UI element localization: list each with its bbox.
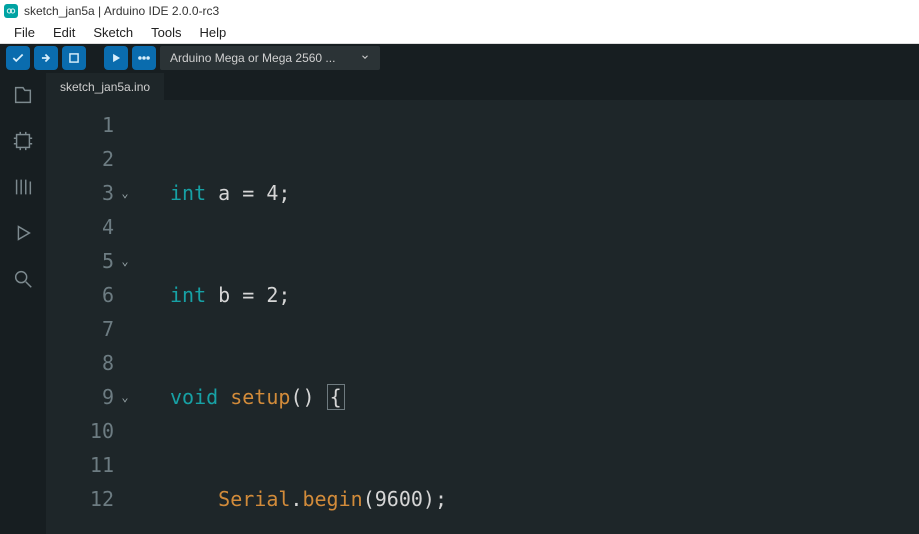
line-number: 9 — [102, 380, 114, 414]
line-number: 1 — [102, 108, 114, 142]
line-number: 5 — [102, 244, 114, 278]
fold-chevron-icon[interactable]: ⌄ — [118, 176, 132, 210]
code-line: void setup() { — [150, 380, 919, 414]
menu-sketch[interactable]: Sketch — [85, 23, 141, 42]
line-number: 6 — [102, 278, 114, 312]
line-gutter: 1 2 3⌄ 4 5⌄ 6 7 8 9⌄ 10 11 12 — [46, 100, 146, 534]
code-line: int b = 2; — [150, 278, 919, 312]
line-number: 7 — [102, 312, 114, 346]
code-content[interactable]: int a = 4; int b = 2; void setup() { Ser… — [146, 100, 919, 534]
file-tab[interactable]: sketch_jan5a.ino — [46, 73, 164, 100]
search-icon[interactable] — [8, 264, 38, 294]
window-title: sketch_jan5a | Arduino IDE 2.0.0-rc3 — [24, 4, 219, 18]
library-manager-icon[interactable] — [8, 172, 38, 202]
chevron-down-icon — [360, 51, 370, 65]
code-line: Serial.begin(9600); — [150, 482, 919, 516]
activity-bar — [0, 72, 46, 534]
toolbar: Arduino Mega or Mega 2560 ... — [0, 44, 919, 72]
tab-bar: sketch_jan5a.ino — [46, 72, 919, 100]
board-selector-label: Arduino Mega or Mega 2560 ... — [170, 51, 335, 65]
line-number: 2 — [102, 142, 114, 176]
fold-chevron-icon[interactable]: ⌄ — [118, 244, 132, 278]
toolbar-button-5[interactable] — [132, 46, 156, 70]
arduino-logo-icon — [4, 4, 18, 18]
menu-tools[interactable]: Tools — [143, 23, 189, 42]
toolbar-button-3[interactable] — [62, 46, 86, 70]
menu-help[interactable]: Help — [191, 23, 234, 42]
main-area: sketch_jan5a.ino 1 2 3⌄ 4 5⌄ 6 7 8 9⌄ 10… — [0, 72, 919, 534]
line-number: 10 — [90, 414, 114, 448]
debug-button[interactable] — [104, 46, 128, 70]
fold-chevron-icon[interactable]: ⌄ — [118, 380, 132, 414]
debug-panel-icon[interactable] — [8, 218, 38, 248]
code-editor[interactable]: 1 2 3⌄ 4 5⌄ 6 7 8 9⌄ 10 11 12 int a = 4;… — [46, 100, 919, 534]
boards-manager-icon[interactable] — [8, 126, 38, 156]
editor-area: sketch_jan5a.ino 1 2 3⌄ 4 5⌄ 6 7 8 9⌄ 10… — [46, 72, 919, 534]
code-line: int a = 4; — [150, 176, 919, 210]
verify-button[interactable] — [6, 46, 30, 70]
upload-button[interactable] — [34, 46, 58, 70]
line-number: 4 — [102, 210, 114, 244]
line-number: 12 — [90, 482, 114, 516]
board-selector[interactable]: Arduino Mega or Mega 2560 ... — [160, 46, 380, 70]
line-number: 11 — [90, 448, 114, 482]
explorer-icon[interactable] — [8, 80, 38, 110]
menu-edit[interactable]: Edit — [45, 23, 83, 42]
menubar: File Edit Sketch Tools Help — [0, 22, 919, 44]
line-number: 3 — [102, 176, 114, 210]
file-tab-label: sketch_jan5a.ino — [60, 80, 150, 94]
window-titlebar: sketch_jan5a | Arduino IDE 2.0.0-rc3 — [0, 0, 919, 22]
line-number: 8 — [102, 346, 114, 380]
menu-file[interactable]: File — [6, 23, 43, 42]
